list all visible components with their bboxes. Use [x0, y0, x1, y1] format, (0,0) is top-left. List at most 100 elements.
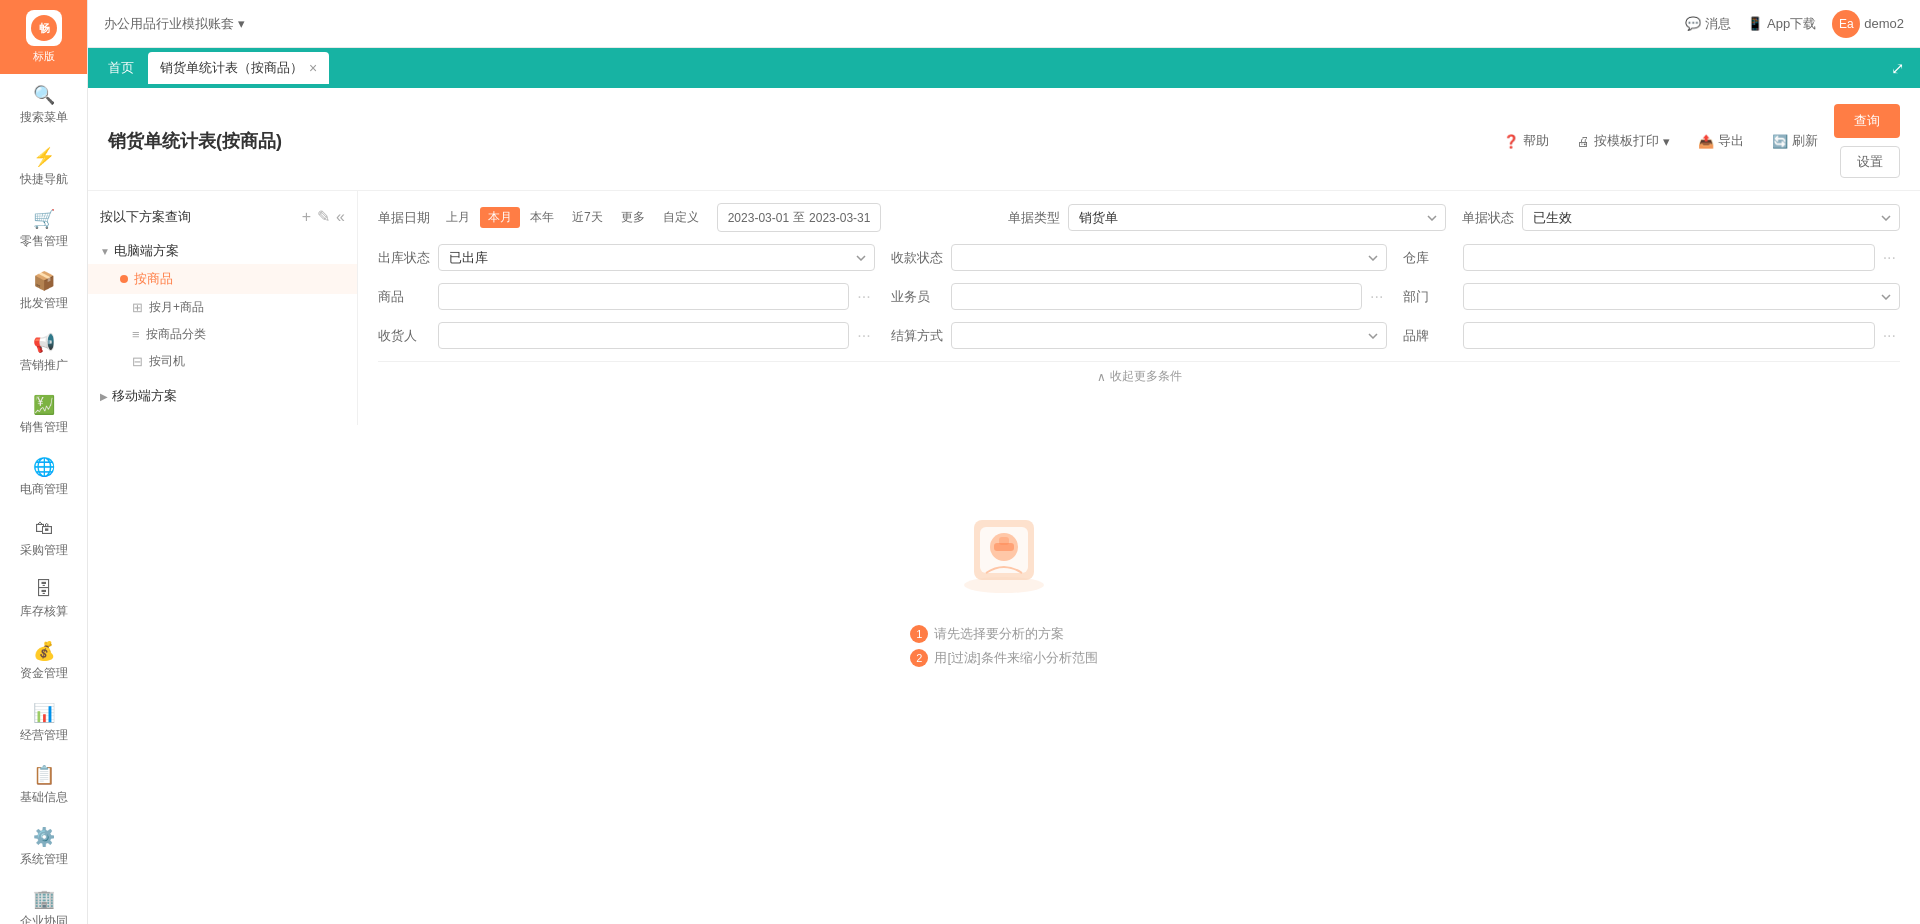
- doc-type-label: 单据类型: [1008, 209, 1068, 227]
- sidebar-item-finance[interactable]: 💰 资金管理: [0, 630, 87, 692]
- sidebar-item-inventory[interactable]: 🗄 库存核算: [0, 569, 87, 630]
- query-button[interactable]: 查询: [1834, 104, 1900, 138]
- sidebar-item-retail[interactable]: 🛒 零售管理: [0, 198, 87, 260]
- page-actions: ❓ 帮助 🖨 按模板打印 ▾ 📤 导出 🔄: [1495, 128, 1826, 154]
- wholesale-icon: 📦: [33, 270, 55, 292]
- mobile-scheme-group-title[interactable]: ▶ 移动端方案: [88, 383, 357, 409]
- date-this-year[interactable]: 本年: [522, 207, 562, 228]
- sidebar-item-enterprise[interactable]: 🏢 企业协同: [0, 878, 87, 924]
- dept-control: [1463, 283, 1900, 310]
- sidebar-item-wholesale[interactable]: 📦 批发管理: [0, 260, 87, 322]
- settlement-select[interactable]: [951, 322, 1388, 349]
- tab-bar: 首页 销货单统计表（按商品） × ⤢: [88, 48, 1920, 88]
- search-icon: 🔍: [33, 84, 55, 106]
- avatar-initials: Ea: [1839, 17, 1854, 31]
- collapse-scheme-button[interactable]: «: [336, 208, 345, 226]
- receiver-field: 收货人 ···: [378, 322, 875, 349]
- app-download-button[interactable]: 📱 App下载: [1747, 15, 1816, 33]
- add-scheme-button[interactable]: +: [302, 208, 311, 226]
- date-more[interactable]: 更多: [613, 207, 653, 228]
- sidebar-item-quick-label: 快捷导航: [20, 171, 68, 188]
- top-bar-right: 💬 消息 📱 App下载 Ea demo2: [1685, 10, 1904, 38]
- scheme-item-by-driver[interactable]: ⊟ 按司机: [88, 348, 357, 375]
- tab-home[interactable]: 首页: [96, 52, 146, 84]
- doc-status-select[interactable]: 已生效: [1522, 204, 1900, 231]
- collapse-filter-button[interactable]: ∧ 收起更多条件: [378, 361, 1900, 391]
- warehouse-input[interactable]: [1463, 244, 1874, 271]
- mobile-scheme-label: 移动端方案: [112, 387, 177, 405]
- receiver-label: 收货人: [378, 327, 438, 345]
- recv-status-field: 收款状态: [891, 244, 1388, 271]
- receiver-dots[interactable]: ···: [853, 327, 874, 345]
- ecommerce-icon: 🌐: [33, 456, 55, 478]
- salesperson-label: 业务员: [891, 288, 951, 306]
- sidebar-item-system[interactable]: ⚙️ 系统管理: [0, 816, 87, 878]
- print-button[interactable]: 🖨 按模板打印 ▾: [1569, 128, 1678, 154]
- tab-close-button[interactable]: ×: [309, 60, 317, 76]
- receiver-control: ···: [438, 322, 875, 349]
- scheme-item-by-goods[interactable]: 按商品: [88, 264, 357, 294]
- settlement-label: 结算方式: [891, 327, 951, 345]
- sidebar-item-sales-label: 销售管理: [20, 419, 68, 436]
- collapse-icon: ∧: [1097, 370, 1106, 384]
- app-title-dropdown[interactable]: 办公用品行业模拟账套 ▾: [104, 15, 245, 33]
- refresh-button[interactable]: 🔄 刷新: [1764, 128, 1826, 154]
- active-scheme-label: 按商品: [134, 270, 173, 288]
- pc-scheme-label: 电脑端方案: [114, 242, 179, 260]
- date-custom[interactable]: 自定义: [655, 207, 707, 228]
- date-prev-month[interactable]: 上月: [438, 207, 478, 228]
- settings-button[interactable]: 设置: [1840, 146, 1900, 178]
- doc-type-select[interactable]: 销货单: [1068, 204, 1446, 231]
- receiver-input[interactable]: [438, 322, 849, 349]
- sidebar-item-quick[interactable]: ⚡ 快捷导航: [0, 136, 87, 198]
- settlement-control: [951, 322, 1388, 349]
- filter-row-1: 单据日期 上月 本月 本年 近7天 更多 自定义: [378, 203, 1900, 232]
- page-header: 销货单统计表(按商品) ❓ 帮助 🖨 按模板打印 ▾ 📤: [88, 88, 1920, 191]
- sidebar-item-marketing[interactable]: 📢 营销推广: [0, 322, 87, 384]
- sidebar-item-purchase-label: 采购管理: [20, 542, 68, 559]
- scheme-item-by-category[interactable]: ≡ 按商品分类: [88, 321, 357, 348]
- message-button[interactable]: 💬 消息: [1685, 15, 1731, 33]
- date-this-month[interactable]: 本月: [480, 207, 520, 228]
- goods-dots[interactable]: ···: [853, 288, 874, 306]
- svg-rect-7: [999, 537, 1009, 545]
- scheme-item-by-month-goods[interactable]: ⊞ 按月+商品: [88, 294, 357, 321]
- sidebar-item-purchase[interactable]: 🛍 采购管理: [0, 508, 87, 569]
- app-download-icon: 📱: [1747, 16, 1763, 31]
- doc-status-field: 单据状态 已生效: [1462, 204, 1900, 231]
- brand-input[interactable]: [1463, 322, 1874, 349]
- date-7days[interactable]: 近7天: [564, 207, 611, 228]
- sidebar-item-ecommerce[interactable]: 🌐 电商管理: [0, 446, 87, 508]
- inventory-icon: 🗄: [35, 579, 53, 600]
- goods-input[interactable]: [438, 283, 849, 310]
- recv-status-select[interactable]: [951, 244, 1388, 271]
- tip-2-text: 用[过滤]条件来缩小分析范围: [934, 649, 1097, 667]
- filter-left-panel: 按以下方案查询 + ✎ « ▼ 电脑端方案: [88, 191, 358, 425]
- dropdown-icon: ▾: [238, 16, 245, 31]
- warehouse-dots[interactable]: ···: [1879, 249, 1900, 267]
- doc-type-control: 销货单: [1068, 204, 1446, 231]
- dept-select[interactable]: [1463, 283, 1900, 310]
- sidebar-item-wholesale-label: 批发管理: [20, 295, 68, 312]
- sidebar-item-basic[interactable]: 📋 基础信息: [0, 754, 87, 816]
- brand-dots[interactable]: ···: [1879, 327, 1900, 345]
- filter-left-title: 按以下方案查询 + ✎ «: [88, 203, 357, 234]
- salesperson-dots[interactable]: ···: [1366, 288, 1387, 306]
- export-button[interactable]: 📤 导出: [1690, 128, 1752, 154]
- sidebar-item-search[interactable]: 🔍 搜索菜单: [0, 74, 87, 136]
- out-status-select[interactable]: 已出库: [438, 244, 875, 271]
- date-range: 2023-03-01 至 2023-03-31: [717, 203, 882, 232]
- scheme-list-icon: ≡: [132, 327, 140, 342]
- refresh-icon: 🔄: [1772, 134, 1788, 149]
- pc-scheme-group-title[interactable]: ▼ 电脑端方案: [88, 238, 357, 264]
- sidebar-item-operations[interactable]: 📊 经营管理: [0, 692, 87, 754]
- sidebar-item-sales[interactable]: 💹 销售管理: [0, 384, 87, 446]
- salesperson-input[interactable]: [951, 283, 1362, 310]
- tab-active[interactable]: 销货单统计表（按商品） ×: [148, 52, 329, 84]
- tab-maximize-button[interactable]: ⤢: [1883, 59, 1912, 78]
- settlement-field: 结算方式: [891, 322, 1388, 349]
- help-button[interactable]: ❓ 帮助: [1495, 128, 1557, 154]
- user-avatar-area[interactable]: Ea demo2: [1832, 10, 1904, 38]
- edit-scheme-button[interactable]: ✎: [317, 207, 330, 226]
- date-label: 单据日期: [378, 209, 438, 227]
